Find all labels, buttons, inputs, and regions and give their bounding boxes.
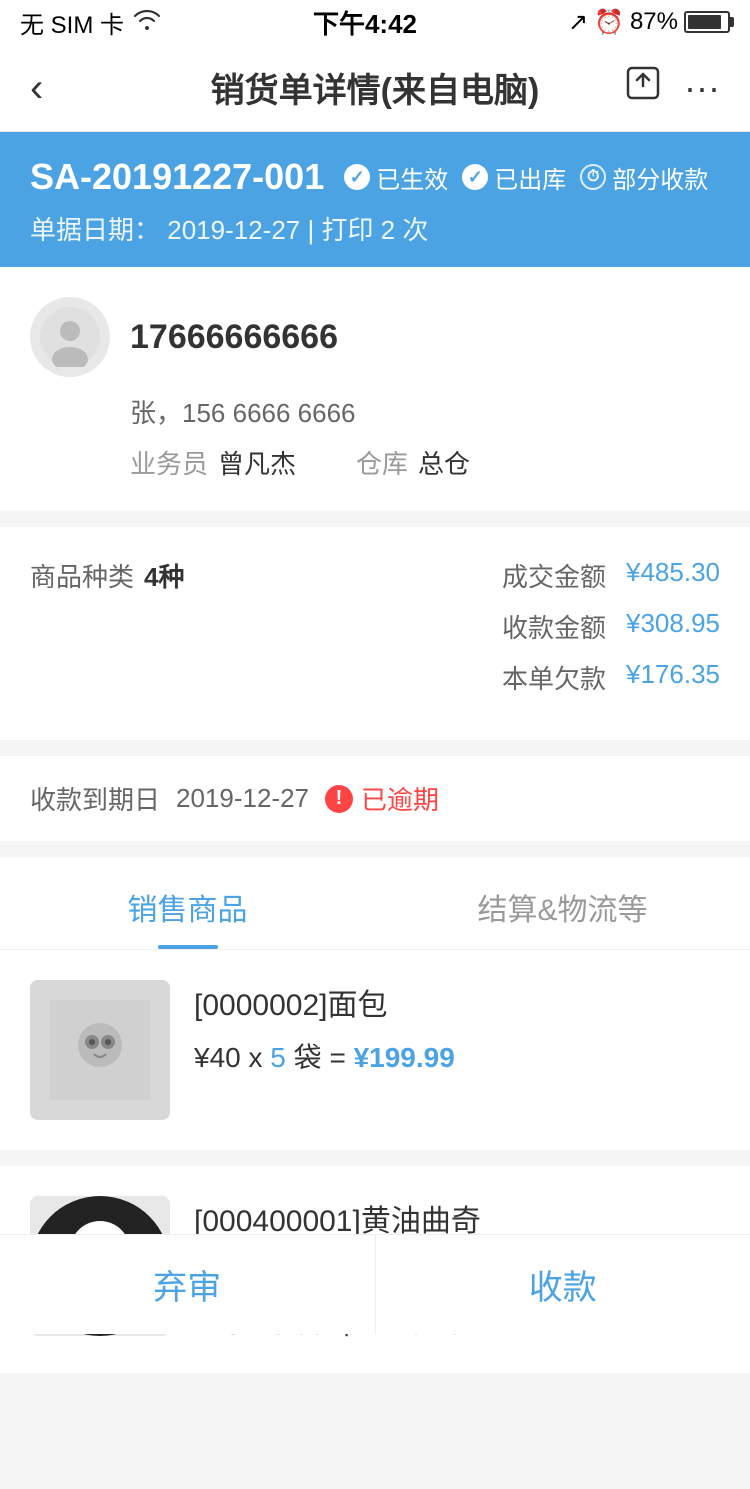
tabs-bar: 销售商品 结算&物流等 — [0, 857, 750, 950]
product-qty-1: 5 — [270, 1042, 286, 1073]
nav-actions: ··· — [626, 66, 720, 109]
order-header-row1: SA-20191227-001 ✓ 已生效 ✓ 已出库 ⏱ 部分收款 — [30, 156, 720, 198]
product-types-value: 4种 — [144, 557, 184, 594]
print-info: | 打印 2 次 — [307, 215, 428, 245]
nav-bar: ‹ 销货单详情(来自电脑) ··· — [0, 44, 750, 132]
warehouse-meta: 仓库 总仓 — [356, 444, 470, 481]
salesman-value: 曾凡杰 — [218, 444, 296, 481]
amount-row: 成交金额 ¥485.30 — [502, 557, 720, 594]
customer-phone: 17666666666 — [130, 318, 338, 357]
tab-products[interactable]: 销售商品 — [0, 857, 375, 949]
payment-due-date: 2019-12-27 — [176, 783, 309, 814]
amount-label: 成交金额 — [502, 557, 606, 594]
received-label: 收款金额 — [502, 608, 606, 645]
order-id: SA-20191227-001 — [30, 156, 324, 198]
cancel-review-button[interactable]: 弃审 — [0, 1235, 376, 1334]
customer-row: 17666666666 — [30, 297, 720, 377]
battery-fill — [688, 15, 721, 29]
customer-section: 17666666666 张，156 6666 6666 业务员 曾凡杰 仓库 总… — [0, 267, 750, 511]
status-bar: 无 SIM 卡 下午4:42 ↗ ⏰ 87% — [0, 0, 750, 44]
avatar — [30, 297, 110, 377]
summary-left: 商品种类 4种 — [30, 557, 184, 710]
overdue-icon: ! — [325, 785, 353, 813]
location-icon: ↗ — [568, 8, 588, 37]
order-header-row2: 单据日期： 2019-12-27 | 打印 2 次 — [30, 210, 720, 247]
status-partial: 部分收款 — [612, 160, 708, 195]
bottom-bar: 弃审 收款 — [0, 1234, 750, 1334]
page-title: 销货单详情(来自电脑) — [211, 63, 540, 112]
debt-value: ¥176.35 — [626, 659, 720, 696]
status-left: 无 SIM 卡 — [20, 5, 162, 40]
payment-due-label: 收款到期日 — [30, 780, 160, 817]
status-badge-partial: ⏱ 部分收款 — [580, 160, 708, 195]
warehouse-label: 仓库 — [356, 444, 408, 481]
customer-info: 张，156 6666 6666 — [30, 393, 720, 430]
status-effective: 已生效 — [376, 160, 448, 195]
tab-products-label: 销售商品 — [128, 894, 248, 927]
product-item-1: [0000002]面包 ¥40 x 5 袋 = ¥199.99 — [0, 950, 750, 1150]
payment-due-section: 收款到期日 2019-12-27 ! 已逾期 — [0, 756, 750, 841]
overdue-text: 已逾期 — [361, 780, 439, 817]
product-types-label: 商品种类 — [30, 557, 134, 594]
alarm-icon: ⏰ — [594, 8, 624, 37]
order-header: SA-20191227-001 ✓ 已生效 ✓ 已出库 ⏱ 部分收款 单据日期：… — [0, 132, 750, 267]
wifi-icon — [132, 8, 162, 37]
carrier-text: 无 SIM 卡 — [20, 5, 124, 40]
tab-settlement[interactable]: 结算&物流等 — [375, 857, 750, 949]
date-label: 单据日期： — [30, 215, 160, 245]
product-unit-1: 袋 — [294, 1042, 322, 1073]
product-image-1 — [30, 980, 170, 1120]
amount-value: ¥485.30 — [626, 557, 720, 594]
check-icon-1: ✓ — [344, 164, 370, 190]
product-price-1: ¥40 — [194, 1042, 241, 1073]
salesman-meta: 业务员 曾凡杰 — [130, 444, 296, 481]
warehouse-value: 总仓 — [418, 444, 470, 481]
received-value: ¥308.95 — [626, 608, 720, 645]
status-time: 下午4:42 — [313, 4, 417, 41]
product-price-row-1: ¥40 x 5 袋 = ¥199.99 — [194, 1036, 720, 1076]
salesman-label: 业务员 — [130, 444, 208, 481]
status-badge-shipped: ✓ 已出库 — [462, 160, 566, 195]
summary-grid: 商品种类 4种 成交金额 ¥485.30 收款金额 ¥308.95 本单欠款 ¥… — [30, 557, 720, 710]
back-button[interactable]: ‹ — [30, 68, 43, 108]
status-badges: ✓ 已生效 ✓ 已出库 ⏱ 部分收款 — [344, 160, 708, 195]
product-total-1: ¥199.99 — [354, 1042, 455, 1073]
received-row: 收款金额 ¥308.95 — [502, 608, 720, 645]
product-x-1: x — [249, 1042, 271, 1073]
product-placeholder-1 — [30, 980, 170, 1120]
product-info-1: [0000002]面包 ¥40 x 5 袋 = ¥199.99 — [194, 980, 720, 1076]
product-name-1: [0000002]面包 — [194, 980, 720, 1024]
debt-label: 本单欠款 — [502, 659, 606, 696]
summary-right: 成交金额 ¥485.30 收款金额 ¥308.95 本单欠款 ¥176.35 — [502, 557, 720, 710]
status-shipped: 已出库 — [494, 160, 566, 195]
summary-section: 商品种类 4种 成交金额 ¥485.30 收款金额 ¥308.95 本单欠款 ¥… — [0, 527, 750, 740]
share-button[interactable] — [626, 66, 660, 109]
battery-bar — [684, 11, 730, 33]
tab-settlement-label: 结算&物流等 — [477, 894, 647, 927]
clock-icon: ⏱ — [580, 164, 606, 190]
product-eq-1: = — [329, 1042, 353, 1073]
check-icon-2: ✓ — [462, 164, 488, 190]
status-right: ↗ ⏰ 87% — [568, 8, 730, 37]
collect-payment-button[interactable]: 收款 — [376, 1235, 750, 1334]
overdue-badge: ! 已逾期 — [325, 780, 439, 817]
status-badge-effective: ✓ 已生效 — [344, 160, 448, 195]
date-value: 2019-12-27 — [167, 215, 300, 245]
more-button[interactable]: ··· — [684, 67, 720, 109]
debt-row: 本单欠款 ¥176.35 — [502, 659, 720, 696]
battery-percent: 87% — [630, 8, 678, 36]
customer-meta: 业务员 曾凡杰 仓库 总仓 — [30, 444, 720, 481]
